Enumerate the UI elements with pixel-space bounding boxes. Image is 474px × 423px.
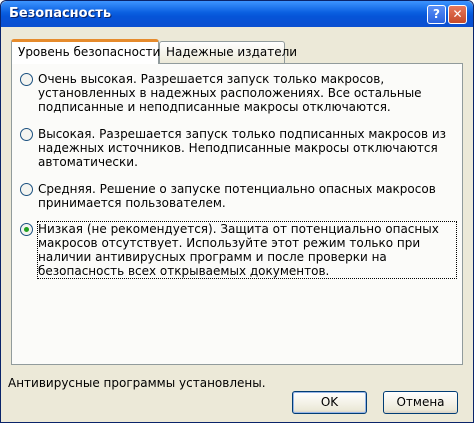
ok-button[interactable]: OK	[292, 391, 367, 414]
title-bar[interactable]: Безопасность ? ✕	[1, 1, 473, 27]
tab-security-level[interactable]: Уровень безопасности	[11, 39, 161, 64]
security-dialog: Безопасность ? ✕ Уровень безопасности На…	[0, 0, 474, 423]
tab-trusted-publishers[interactable]: Надежные издатели	[159, 41, 297, 63]
option-label: Очень высокая. Разрешается запуск только…	[38, 72, 422, 114]
close-icon: ✕	[452, 7, 463, 21]
radio-high[interactable]	[20, 128, 33, 141]
cancel-button[interactable]: Отмена	[383, 391, 458, 414]
radio-low[interactable]	[20, 223, 33, 236]
antivirus-status: Антивирусные программы установлены.	[8, 376, 266, 390]
option-label: Низкая (не рекомендуется). Защита от пот…	[37, 221, 457, 279]
option-label: Высокая. Разрешается запуск только подпи…	[38, 127, 447, 169]
security-level-panel: Очень высокая. Разрешается запуск только…	[11, 63, 463, 365]
tab-label: Надежные издатели	[166, 45, 298, 59]
help-button[interactable]: ?	[427, 5, 446, 24]
dialog-title: Безопасность	[9, 6, 112, 21]
question-icon: ?	[433, 7, 440, 21]
option-label: Средняя. Решение о запуске потенциально …	[38, 182, 436, 210]
tab-label: Уровень безопасности	[18, 45, 161, 59]
radio-very-high[interactable]	[20, 73, 33, 86]
radio-medium[interactable]	[20, 183, 33, 196]
close-button[interactable]: ✕	[448, 5, 467, 24]
